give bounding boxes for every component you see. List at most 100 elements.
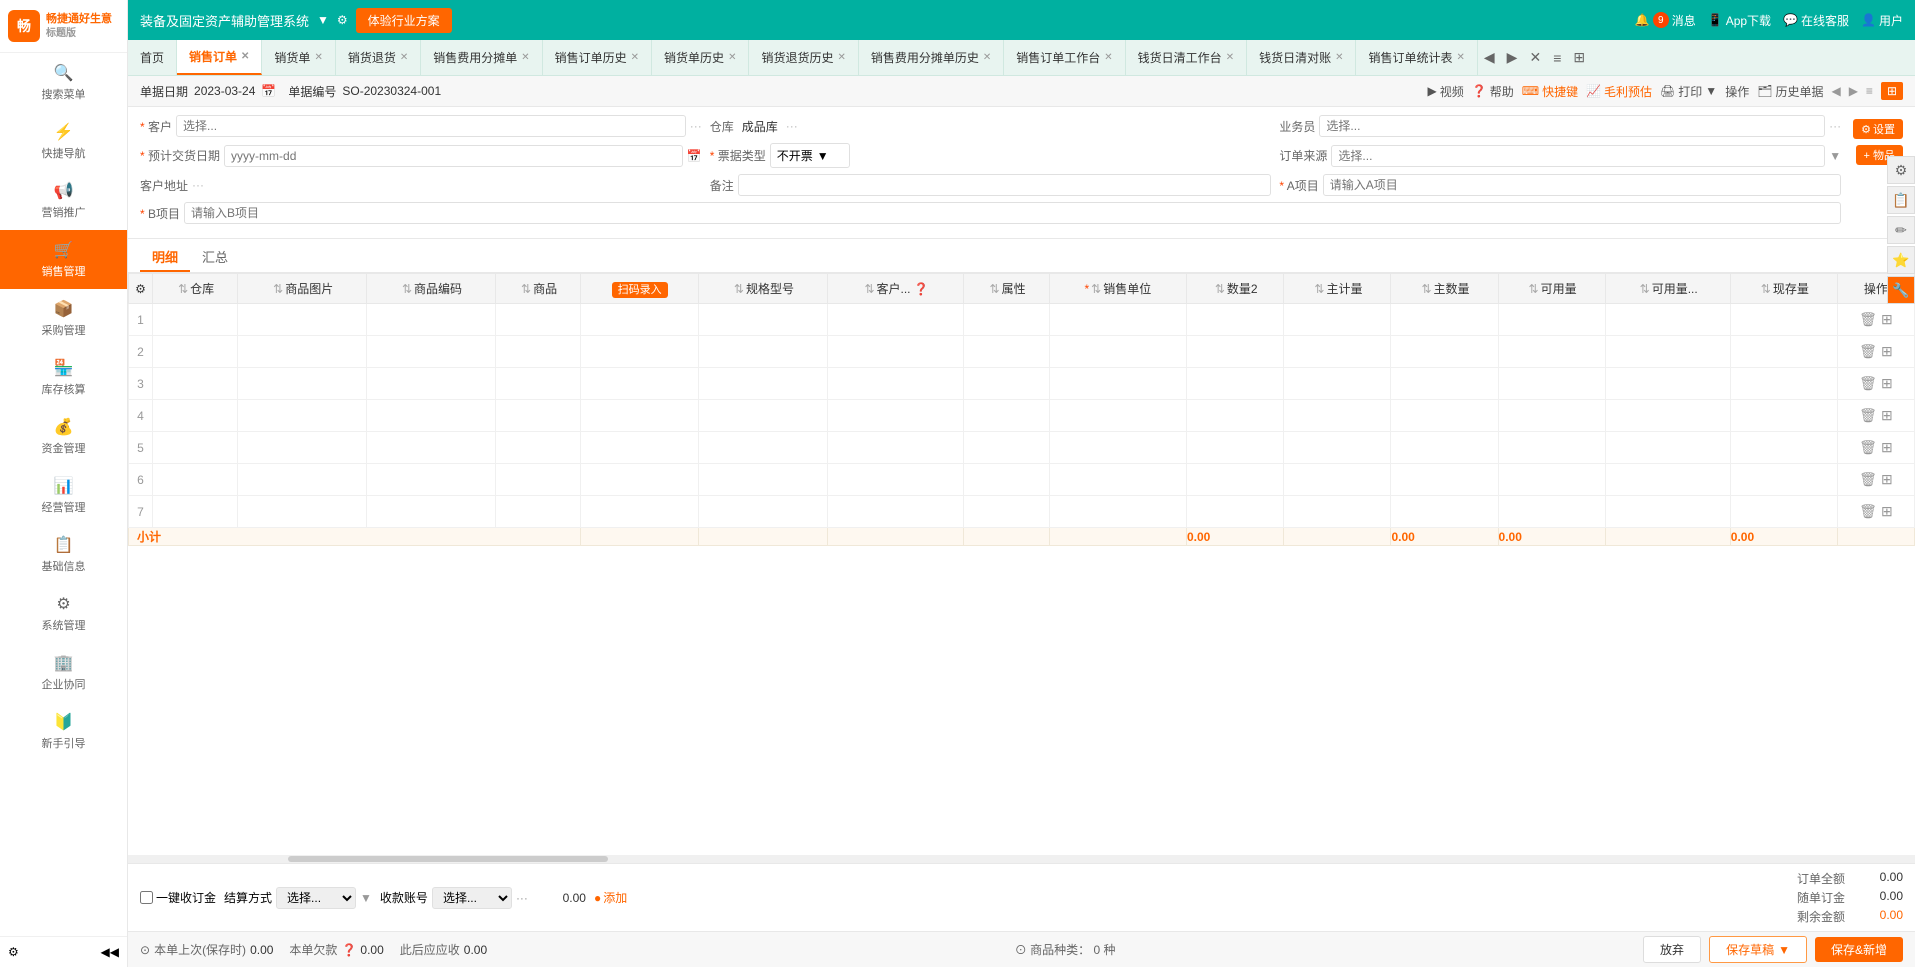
cell-product-code[interactable] [367,464,496,496]
cell-sales-unit[interactable] [1049,464,1186,496]
copy-icon[interactable]: ⊞ [1881,439,1893,456]
history-btn[interactable]: 🗂 历史单据 [1757,83,1823,100]
sidebar-item-marketing[interactable]: 📢 营销推广 [0,171,127,230]
print-dropdown[interactable]: ▼ [1705,84,1717,98]
cell-customer-code[interactable] [827,496,964,528]
cell-qty2[interactable] [1187,400,1284,432]
cell-product[interactable] [495,496,580,528]
delete-icon[interactable]: 🗑 [1859,503,1877,520]
tab-sales-goods[interactable]: 销货单 ✕ [262,40,335,75]
cell-product[interactable] [495,400,580,432]
cell-product-img[interactable] [238,400,367,432]
sidebar-item-quicknav[interactable]: ⚡ 快捷导航 [0,112,127,171]
tab-sales-return-close[interactable]: ✕ [400,52,408,63]
cell-sales-unit[interactable] [1049,336,1186,368]
salesperson-input[interactable] [1319,115,1825,137]
cell-warehouse[interactable] [153,464,238,496]
cell-attribute[interactable] [964,432,1049,464]
prev-record-btn[interactable]: ◀ [1831,84,1840,98]
cell-sales-unit[interactable] [1049,368,1186,400]
tab-goods-history-close[interactable]: ✕ [728,52,736,63]
cell-attribute[interactable] [964,496,1049,528]
tab-goods-history[interactable]: 销货单历史 ✕ [652,40,749,75]
cell-customer-code[interactable] [827,400,964,432]
cell-spec[interactable] [699,304,828,336]
cell-stock[interactable] [1730,496,1837,528]
cell-sales-unit[interactable] [1049,400,1186,432]
cell-attribute[interactable] [964,368,1049,400]
cell-attribute[interactable] [964,304,1049,336]
customer-input[interactable] [176,115,686,137]
right-panel-btn-5[interactable]: 🔧 [1887,276,1915,304]
app-download-btn[interactable]: 📱 App下载 [1708,12,1771,29]
cell-stock[interactable] [1730,368,1837,400]
cell-product[interactable] [495,304,580,336]
right-panel-btn-4[interactable]: ⭐ [1887,246,1915,274]
tab-daily-reconcile[interactable]: 钱货日清对账 ✕ [1247,40,1356,75]
cell-product-img[interactable] [238,432,367,464]
cell-available[interactable] [1498,464,1605,496]
cell-main-qty[interactable] [1391,400,1498,432]
delivery-calendar-icon[interactable]: 📅 [687,149,702,163]
payment-method-select[interactable]: 选择... [276,887,356,909]
cell-available2[interactable] [1605,432,1730,464]
cell-available[interactable] [1498,496,1605,528]
cell-spec[interactable] [699,336,828,368]
right-panel-btn-2[interactable]: 📋 [1887,186,1915,214]
delete-icon[interactable]: 🗑 [1859,375,1877,392]
cell-spec[interactable] [699,432,828,464]
tab-sales-order-close[interactable]: ✕ [241,51,249,62]
shortcut-btn[interactable]: ⌨ 快捷键 [1522,83,1578,100]
address-dots[interactable]: ··· [192,178,204,192]
cell-product-img[interactable] [238,368,367,400]
tab-sales-order[interactable]: 销售订单 ✕ [177,40,262,75]
add-payment-btn[interactable]: ● 添加 [594,889,627,906]
copy-icon[interactable]: ⊞ [1881,503,1893,520]
col-settings[interactable]: ⚙ [129,274,153,304]
cell-customer-code[interactable] [827,432,964,464]
cell-main-qty[interactable] [1391,304,1498,336]
industry-solution-button[interactable]: 体验行业方案 [356,8,452,33]
cell-stock[interactable] [1730,304,1837,336]
delete-icon[interactable]: 🗑 [1859,343,1877,360]
tab-return-history[interactable]: 销货退货历史 ✕ [749,40,858,75]
cell-spec[interactable] [699,368,828,400]
cell-qty2[interactable] [1187,336,1284,368]
sidebar-item-operations[interactable]: 📊 经营管理 [0,466,127,525]
copy-icon[interactable]: ⊞ [1881,407,1893,424]
cell-product[interactable] [495,432,580,464]
cell-available[interactable] [1498,368,1605,400]
cell-qty2[interactable] [1187,496,1284,528]
tab-order-history-close[interactable]: ✕ [631,52,639,63]
cell-stock[interactable] [1730,432,1837,464]
cell-product-code[interactable] [367,336,496,368]
cell-attribute[interactable] [964,400,1049,432]
cell-customer-code[interactable] [827,336,964,368]
cell-available2[interactable] [1605,368,1730,400]
online-service-btn[interactable]: 💬 在线客服 [1783,12,1849,29]
cell-qty2[interactable] [1187,304,1284,336]
cell-qty2[interactable] [1187,432,1284,464]
next-record-btn[interactable]: ▶ [1849,84,1858,98]
grid-view-btn[interactable]: ≡ [1866,84,1873,98]
sidebar-item-sales[interactable]: 🛒 销售管理 [0,230,127,289]
tab-menu-btn[interactable]: ≡ [1547,50,1567,66]
right-panel-btn-1[interactable]: ⚙ [1887,156,1915,184]
tab-expense-history-close[interactable]: ✕ [983,52,991,63]
sidebar-item-system[interactable]: ⚙ 系统管理 [0,584,127,643]
tab-stats[interactable]: 销售订单统计表 ✕ [1356,40,1477,75]
tab-home[interactable]: 首页 [128,40,177,75]
cell-main-qty[interactable] [1391,496,1498,528]
cell-warehouse[interactable] [153,368,238,400]
cell-main-unit[interactable] [1284,400,1391,432]
tab-daily-reconcile-close[interactable]: ✕ [1335,52,1343,63]
delete-icon[interactable]: 🗑 [1859,407,1877,424]
cell-sales-unit[interactable] [1049,496,1186,528]
account-select[interactable]: 选择... [432,887,512,909]
system-title-dropdown[interactable]: ▼ [317,13,329,27]
cell-attribute[interactable] [964,336,1049,368]
cell-product-code[interactable] [367,496,496,528]
cell-customer-code[interactable] [827,464,964,496]
copy-icon[interactable]: ⊞ [1881,311,1893,328]
tab-expense-history[interactable]: 销售费用分摊单历史 ✕ [859,40,1004,75]
